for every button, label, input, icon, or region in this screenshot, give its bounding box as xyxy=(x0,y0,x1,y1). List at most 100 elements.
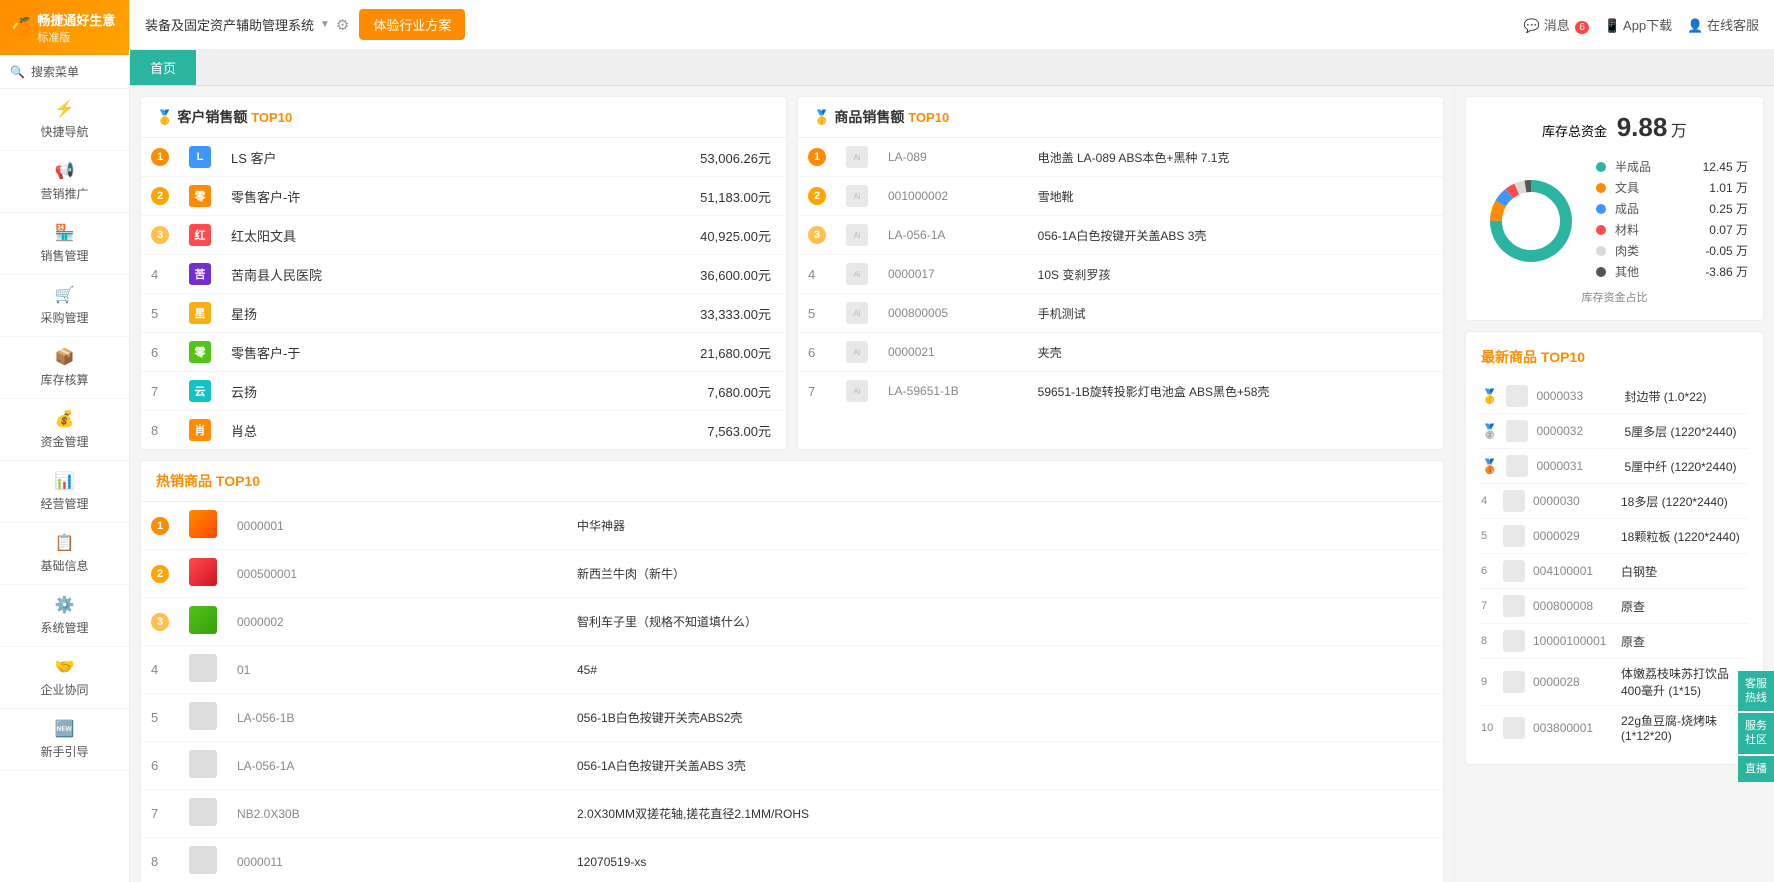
sidebar-item-label: 销售管理 xyxy=(40,247,88,264)
hot-product-name: 新西兰牛肉（新牛） xyxy=(567,550,1443,598)
inventory-unit: 万 xyxy=(1671,123,1687,140)
sidebar-item-guide[interactable]: 🆕 新手引导 xyxy=(0,709,129,771)
legend-item: 材料 0.07 万 xyxy=(1596,221,1748,238)
new-product-name: 原查 xyxy=(1621,598,1645,615)
new-product-name: 5厘中纤 (1220*2440) xyxy=(1624,458,1736,475)
customer-tag: 云 xyxy=(189,380,211,402)
new-product-img xyxy=(1503,525,1525,547)
dropdown-arrow-icon: ▼ xyxy=(320,19,330,30)
list-item: 🥉 0000031 5厘中纤 (1220*2440) xyxy=(1481,449,1748,484)
list-item: 6 LA-056-1A 056-1A白色按键开关盖ABS 3壳 xyxy=(141,742,1443,790)
product-img: Ai xyxy=(846,341,868,363)
hot-products-panel: 热销商品 TOP10 1 0000001 中华神器 2 000500001 新西… xyxy=(140,460,1444,882)
list-item: 2 000500001 新西兰牛肉（新牛） xyxy=(141,550,1443,598)
new-product-code: 0000033 xyxy=(1536,389,1616,403)
new-product-img xyxy=(1503,560,1525,582)
sidebar-item-marketing[interactable]: 📢 营销推广 xyxy=(0,151,129,213)
topbar-system: 装备及固定资产辅助管理系统 ▼ ⚙ xyxy=(145,15,349,34)
sidebar-item-system[interactable]: ⚙️ 系统管理 xyxy=(0,585,129,647)
base-info-icon: 📋 xyxy=(55,533,75,553)
product-img: Ai xyxy=(846,302,868,324)
product-img: Ai xyxy=(846,263,868,285)
app-download-link[interactable]: 📱 App下载 xyxy=(1604,15,1672,34)
table-row: 5 星 星扬 33,333.00元 xyxy=(141,294,786,333)
try-plan-button[interactable]: 体验行业方案 xyxy=(359,9,465,40)
product-code: 0000021 xyxy=(878,333,1028,372)
rank-num: 7 xyxy=(1481,600,1495,612)
rank-num: 7 xyxy=(151,384,158,399)
sidebar-item-sales[interactable]: 🏪 销售管理 xyxy=(0,213,129,275)
sidebar-item-operations[interactable]: 📊 经营管理 xyxy=(0,461,129,523)
new-product-code: 0000031 xyxy=(1536,459,1616,473)
new-product-img xyxy=(1503,717,1525,739)
logo-line2: 标准版 xyxy=(37,29,115,45)
sidebar-item-finance[interactable]: 💰 资金管理 xyxy=(0,399,129,461)
rank-badge: 🥈 xyxy=(1481,423,1498,440)
top-customers-header: 🥇 客户销售额 TOP10 xyxy=(141,97,786,138)
gear-icon[interactable]: ⚙ xyxy=(336,16,349,34)
sidebar-item-inventory[interactable]: 📦 库存核算 xyxy=(0,337,129,399)
hot-product-name: 056-1B白色按键开关壳ABS2壳 xyxy=(567,694,1443,742)
list-item: 1 0000001 中华神器 xyxy=(141,502,1443,550)
new-product-name: 18多层 (1220*2440) xyxy=(1621,493,1728,510)
list-item: 5 0000029 18颗粒板 (1220*2440) xyxy=(1481,519,1748,554)
rank-badge: 🥉 xyxy=(1481,458,1498,475)
table-row: 4 苦 苦南县人民医院 36,600.00元 xyxy=(141,255,786,294)
sidebar-item-label: 经营管理 xyxy=(40,495,88,512)
sidebar-item-company[interactable]: 🤝 企业协同 xyxy=(0,647,129,709)
legend-dot xyxy=(1596,267,1606,277)
content-area: 🥇 客户销售额 TOP10 1 L LS 客户 53,006.26元 2 零 零… xyxy=(130,86,1774,882)
customer-amount: 7,680.00元 xyxy=(524,372,786,411)
live-stream-btn[interactable]: 直播 xyxy=(1738,756,1774,782)
hot-products-title: 热销商品 TOP10 xyxy=(156,471,260,491)
main-area: 装备及固定资产辅助管理系统 ▼ ⚙ 体验行业方案 💬 消息 6 📱 App下载 … xyxy=(130,0,1774,882)
page-tabs: 首页 xyxy=(130,50,1774,86)
product-code: LA-089 xyxy=(878,138,1028,177)
legend-item: 其他 -3.86 万 xyxy=(1596,263,1748,280)
message-link[interactable]: 💬 消息 6 xyxy=(1524,15,1589,34)
customer-name: 零售客户-于 xyxy=(221,333,524,372)
product-thumbnail xyxy=(189,606,217,634)
product-code: 000800005 xyxy=(878,294,1028,333)
sidebar-item-base-info[interactable]: 📋 基础信息 xyxy=(0,523,129,585)
rank-badge: 1 xyxy=(151,148,169,166)
service-community-btn[interactable]: 服务社区 xyxy=(1738,713,1774,754)
sidebar-item-label: 新手引导 xyxy=(40,743,88,760)
hot-product-name: 2.0X30MM双搓花轴,搓花直径2.1MM/ROHS xyxy=(567,790,1443,838)
legend-dot xyxy=(1596,225,1606,235)
rank-num: 5 xyxy=(1481,530,1495,542)
table-row: 2 零 零售客户-许 51,183.00元 xyxy=(141,177,786,216)
sidebar-item-purchase[interactable]: 🛒 采购管理 xyxy=(0,275,129,337)
customer-service-btn[interactable]: 客服热线 xyxy=(1738,671,1774,712)
customer-tag: 肖 xyxy=(189,419,211,441)
hot-product-code: NB2.0X30B xyxy=(227,790,567,838)
sidebar-item-quick-nav[interactable]: ⚡ 快捷导航 xyxy=(0,89,129,151)
rank-badge: 3 xyxy=(151,226,169,244)
new-product-code: 0000032 xyxy=(1536,424,1616,438)
legend-item: 文具 1.01 万 xyxy=(1596,179,1748,196)
customer-name: LS 客户 xyxy=(221,138,524,177)
product-name: 手机测试 xyxy=(1028,294,1443,333)
search-icon: 🔍 xyxy=(10,65,25,79)
hot-product-name: 45# xyxy=(567,646,1443,694)
list-item: 8 10000100001 原查 xyxy=(1481,624,1748,659)
quick-nav-icon: ⚡ xyxy=(55,99,75,119)
search-menu[interactable]: 🔍 搜索菜单 xyxy=(0,55,129,89)
purchase-icon: 🛒 xyxy=(55,285,75,305)
tab-home[interactable]: 首页 xyxy=(130,50,196,85)
product-img-placeholder xyxy=(189,846,217,874)
top-products-rank-header: 🥇 商品销售额 TOP10 xyxy=(798,97,1443,138)
legend-name: 肉类 xyxy=(1596,242,1639,259)
sidebar-nav: ⚡ 快捷导航 📢 营销推广 🏪 销售管理 🛒 采购管理 📦 库存核算 💰 资金管… xyxy=(0,89,129,882)
new-product-name: 白钢垫 xyxy=(1621,563,1657,580)
legend-dot xyxy=(1596,162,1606,172)
top-customers-top-label: TOP10 xyxy=(251,110,292,125)
rank-num: 6 xyxy=(151,758,158,773)
rank-badge: 3 xyxy=(808,226,826,244)
new-product-name: 5厘多层 (1220*2440) xyxy=(1624,423,1736,440)
online-service-link[interactable]: 👤 在线客服 xyxy=(1687,15,1759,34)
rank-num: 6 xyxy=(808,345,815,360)
customer-amount: 21,680.00元 xyxy=(524,333,786,372)
message-label: 消息 xyxy=(1544,18,1570,33)
new-product-code: 004100001 xyxy=(1533,564,1613,578)
